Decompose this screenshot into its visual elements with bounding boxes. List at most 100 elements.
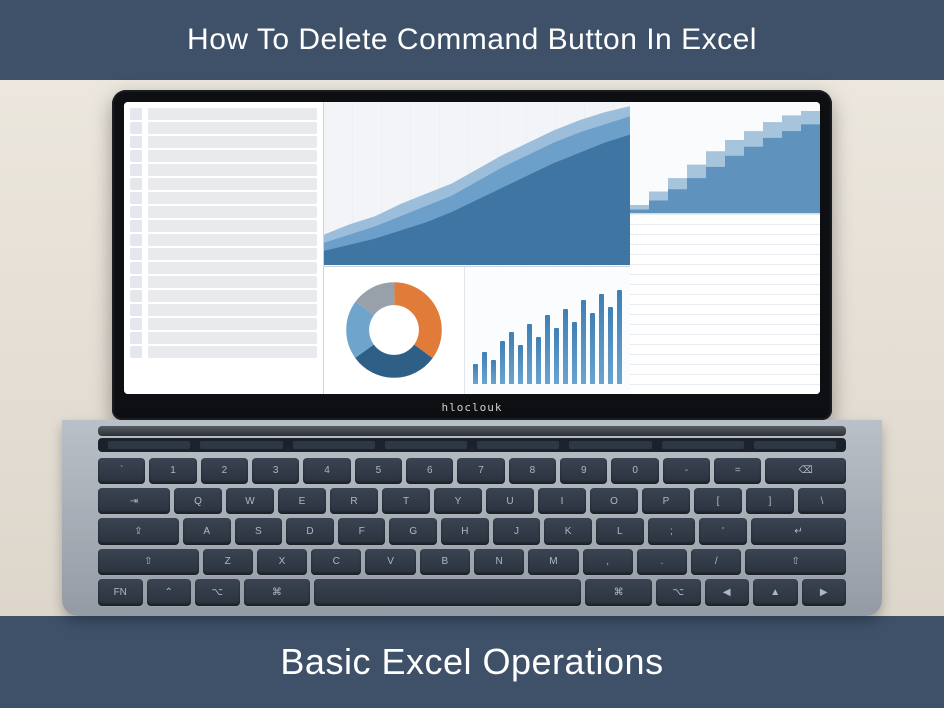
touchbar-segment: [569, 441, 651, 449]
sheet-row: [130, 178, 317, 190]
key: M: [528, 549, 578, 575]
key: J: [493, 518, 541, 544]
bar: [482, 352, 487, 384]
laptop-deck: `1234567890-=⌫ ⇥QWERTYUIOP[]\ ⇪ASDFGHJKL;'…: [62, 420, 882, 616]
donut-svg: [346, 282, 442, 378]
area-chart-svg: [324, 102, 630, 265]
sheet-row: [130, 108, 317, 120]
sheet-row: [130, 150, 317, 162]
key: K: [544, 518, 592, 544]
key: Z: [203, 549, 253, 575]
hero-area: hloclouk `1234567890-=⌫ ⇥QWERTYUIOP[]\ ⇪AS…: [0, 80, 944, 616]
bar: [509, 332, 514, 383]
key: .: [637, 549, 687, 575]
bar: [491, 360, 496, 383]
key: ]: [746, 488, 794, 514]
area-chart: [324, 102, 630, 267]
bar: [617, 290, 622, 384]
tutorial-card: How To Delete Command Button In Excel: [0, 0, 944, 708]
key: `: [98, 458, 145, 484]
key: ▶: [802, 579, 847, 605]
touchbar-segment: [477, 441, 559, 449]
key-row: `1234567890-=⌫: [98, 458, 846, 484]
key: N: [474, 549, 524, 575]
key: 5: [355, 458, 402, 484]
grid-lines: [630, 214, 820, 393]
sheet-row: [130, 290, 317, 302]
key-row: fn⌃⌥⌘ ⌘⌥◀▲▶: [98, 579, 846, 605]
key: 3: [252, 458, 299, 484]
key: A: [183, 518, 231, 544]
bar: [572, 322, 577, 384]
key: ⌫: [765, 458, 845, 484]
key: I: [538, 488, 586, 514]
key: V: [365, 549, 415, 575]
key: P: [642, 488, 690, 514]
key: S: [235, 518, 283, 544]
key: ⇪: [98, 518, 179, 544]
key: =: [714, 458, 761, 484]
key: 8: [509, 458, 556, 484]
key: W: [226, 488, 274, 514]
key: T: [382, 488, 430, 514]
laptop-screen: [124, 102, 820, 394]
sheet-row: [130, 234, 317, 246]
key: /: [691, 549, 741, 575]
bar: [554, 328, 559, 383]
touchbar-segment: [385, 441, 467, 449]
sheet-row: [130, 318, 317, 330]
key-row: ⇪ASDFGHJKL;'↵: [98, 518, 846, 544]
footer-band: Basic Excel Operations: [0, 616, 944, 708]
sheet-row: [130, 136, 317, 148]
bar: [536, 337, 541, 384]
bar: [590, 313, 595, 383]
key: ⌘: [585, 579, 652, 605]
sheet-row: [130, 262, 317, 274]
bar: [473, 364, 478, 383]
key: ⌥: [195, 579, 240, 605]
key: -: [663, 458, 710, 484]
bar: [581, 300, 586, 383]
key: L: [596, 518, 644, 544]
key: G: [389, 518, 437, 544]
touchbar-segment: [662, 441, 744, 449]
bar: [527, 324, 532, 384]
sheet-row: [130, 332, 317, 344]
sheet-row: [130, 276, 317, 288]
key: ⌥: [656, 579, 701, 605]
spreadsheet-sidebar: [124, 102, 324, 394]
sheet-row: [130, 206, 317, 218]
key: 1: [149, 458, 196, 484]
key: D: [286, 518, 334, 544]
bar: [518, 345, 523, 383]
center-panel: [324, 102, 630, 394]
laptop-illustration: hloclouk `1234567890-=⌫ ⇥QWERTYUIOP[]\ ⇪AS…: [82, 90, 862, 616]
bar: [599, 294, 604, 383]
key: ⇥: [98, 488, 170, 514]
key: 7: [457, 458, 504, 484]
key: Q: [174, 488, 222, 514]
key-row: ⇥QWERTYUIOP[]\: [98, 488, 846, 514]
key: U: [486, 488, 534, 514]
step-chart-svg: [630, 102, 820, 214]
laptop-screen-bezel: hloclouk: [112, 90, 832, 420]
key: 6: [406, 458, 453, 484]
bar: [608, 307, 613, 384]
header-band: How To Delete Command Button In Excel: [0, 0, 944, 80]
key: C: [311, 549, 361, 575]
bar-chart: [465, 267, 630, 394]
key: ;: [648, 518, 696, 544]
key: \: [798, 488, 846, 514]
laptop-hinge: [98, 426, 846, 436]
key: ⇧: [745, 549, 846, 575]
key: E: [278, 488, 326, 514]
touchbar-segment: [200, 441, 282, 449]
touchbar-segment: [108, 441, 190, 449]
laptop-brand: hloclouk: [112, 401, 832, 414]
key: Y: [434, 488, 482, 514]
step-chart: [630, 102, 820, 215]
key: X: [257, 549, 307, 575]
key: ◀: [705, 579, 750, 605]
laptop-touchbar: [98, 438, 846, 452]
page-title: How To Delete Command Button In Excel: [187, 23, 757, 57]
